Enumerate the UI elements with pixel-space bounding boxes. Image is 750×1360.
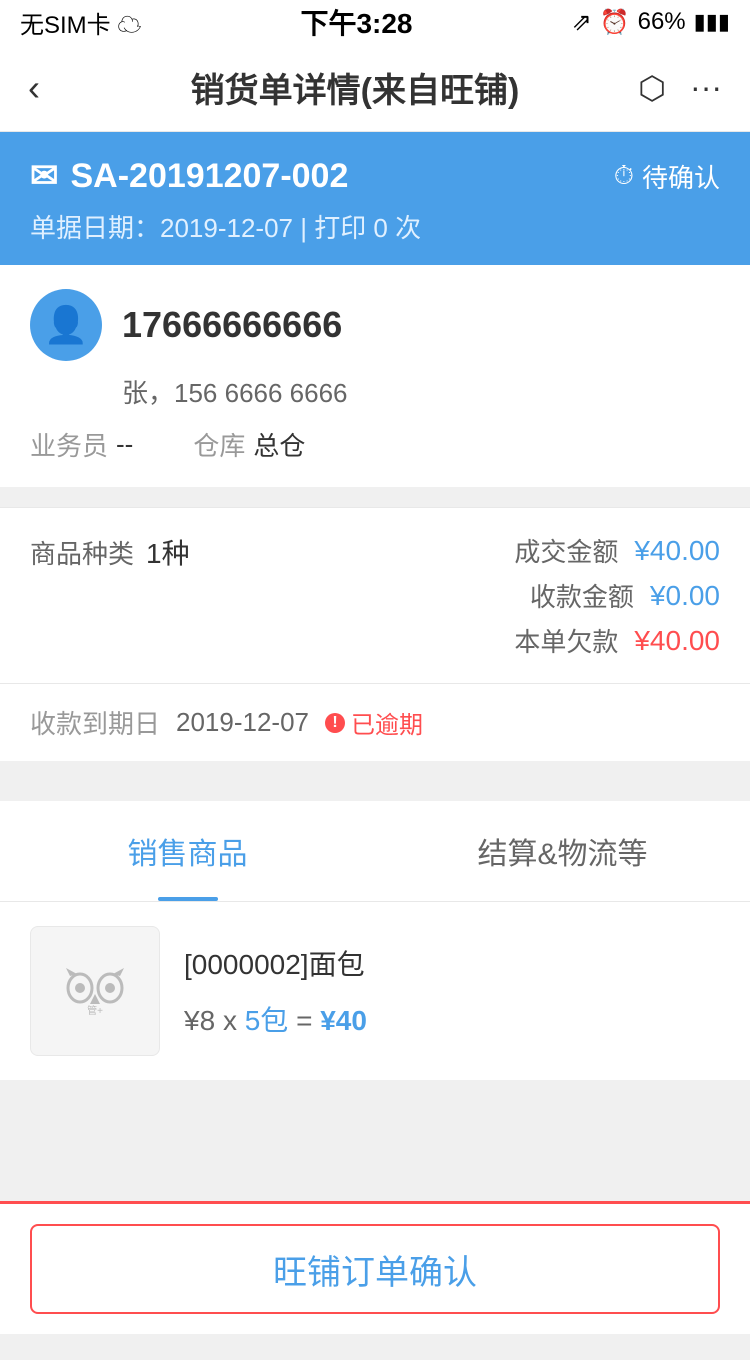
- svg-text:管+: 管+: [87, 1004, 103, 1016]
- product-type: 商品种类 1种: [30, 532, 514, 572]
- salesperson-info: 业务员 --: [30, 426, 133, 463]
- salesperson-value: --: [116, 429, 133, 460]
- price-qty: 5包: [245, 1005, 289, 1036]
- amount-stats: 成交金额 ¥40.00 收款金额 ¥0.00 本单欠款 ¥40.00: [514, 532, 720, 659]
- sim-status: 无SIM卡 ☁: [20, 5, 141, 40]
- overdue-icon: !: [325, 713, 345, 733]
- bottom-bar: 旺铺订单确认: [0, 1201, 750, 1334]
- due-section: 收款到期日 2019-12-07 ! 已逾期: [0, 684, 750, 761]
- clock-icon: ⏱: [614, 160, 634, 192]
- order-id: ✉ SA-20191207-002: [30, 156, 348, 196]
- owed-label: 本单欠款: [514, 622, 618, 659]
- battery-icon: ▮▮▮: [694, 9, 730, 35]
- tab-settlement[interactable]: 结算&物流等: [375, 801, 750, 901]
- status-time: 下午3:28: [300, 2, 412, 42]
- status-bar: 无SIM卡 ☁ 下午3:28 ⇗ ⏰ 66% ▮▮▮: [0, 0, 750, 44]
- customer-phone: 17666666666: [122, 304, 342, 346]
- alarm-icon: ⏰: [600, 8, 630, 37]
- avatar-icon: 👤: [44, 304, 89, 346]
- received-label: 收款金额: [530, 577, 634, 614]
- order-date: 单据日期：2019-12-07 | 打印 0 次: [30, 208, 720, 245]
- nav-actions: ⬡ ···: [622, 69, 722, 107]
- stats-section: 商品种类 1种 成交金额 ¥40.00 收款金额 ¥0.00 本单欠款 ¥40.…: [0, 508, 750, 683]
- customer-avatar: 👤: [30, 289, 102, 361]
- warehouse-info: 仓库 总仓: [193, 426, 305, 463]
- price-total: ¥40: [320, 1005, 367, 1036]
- warehouse-value: 总仓: [253, 426, 305, 463]
- more-icon[interactable]: ···: [690, 69, 722, 106]
- price-equals: =: [296, 1005, 320, 1036]
- customer-section: 👤 17666666666 张，156 6666 6666 业务员 -- 仓库 …: [0, 265, 750, 487]
- warehouse-label: 仓库: [193, 426, 245, 463]
- order-icon: ✉: [30, 156, 59, 196]
- overdue-badge: ! 已逾期: [325, 705, 423, 740]
- status-right: ⇗ ⏰ 66% ▮▮▮: [572, 8, 730, 37]
- nav-bar: ‹ 销货单详情(来自旺铺) ⬡ ···: [0, 44, 750, 132]
- product-logo: 管+: [60, 966, 130, 1016]
- page-title: 销货单详情(来自旺铺): [88, 63, 622, 112]
- confirm-button[interactable]: 旺铺订单确认: [30, 1224, 720, 1314]
- owed-value: ¥40.00: [634, 625, 720, 657]
- confirm-button-label: 旺铺订单确认: [273, 1245, 477, 1294]
- tabs: 销售商品 结算&物流等: [0, 801, 750, 902]
- share-icon[interactable]: ⬡: [638, 69, 666, 107]
- product-name: [0000002]面包: [184, 943, 720, 983]
- order-header: ✉ SA-20191207-002 ⏱ 待确认 单据日期：2019-12-07 …: [0, 132, 750, 265]
- amount-value: ¥40.00: [634, 535, 720, 567]
- status-left: 无SIM卡 ☁: [20, 5, 141, 40]
- battery-status: 66%: [638, 8, 686, 36]
- price-value: ¥8: [184, 1005, 215, 1036]
- owed-row: 本单欠款 ¥40.00: [514, 622, 720, 659]
- tab-settlement-label: 结算&物流等: [477, 838, 647, 871]
- price-multiply: x: [223, 1005, 245, 1036]
- type-value: 1种: [146, 532, 190, 572]
- received-value: ¥0.00: [650, 580, 720, 612]
- type-label: 商品种类: [30, 534, 134, 571]
- received-row: 收款金额 ¥0.00: [530, 577, 720, 614]
- back-button[interactable]: ‹: [28, 67, 88, 109]
- location-icon: ⇗: [572, 8, 592, 37]
- product-info: [0000002]面包 ¥8 x 5包 = ¥40: [184, 943, 720, 1039]
- tab-sales-products[interactable]: 销售商品: [0, 801, 375, 901]
- due-date: 2019-12-07: [176, 707, 309, 738]
- overdue-text: 已逾期: [351, 705, 423, 740]
- amount-label: 成交金额: [514, 532, 618, 569]
- amount-row: 成交金额 ¥40.00: [514, 532, 720, 569]
- order-status: ⏱ 待确认: [614, 158, 720, 195]
- tab-sales-products-label: 销售商品: [128, 838, 248, 871]
- product-section: 管+ [0000002]面包 ¥8 x 5包 = ¥40: [0, 902, 750, 1080]
- customer-name: 张，156 6666 6666: [30, 373, 720, 410]
- status-text: 待确认: [642, 158, 720, 195]
- order-id-text: SA-20191207-002: [71, 157, 349, 196]
- product-thumbnail: 管+: [30, 926, 160, 1056]
- salesperson-label: 业务员: [30, 426, 108, 463]
- due-label: 收款到期日: [30, 704, 160, 741]
- product-price: ¥8 x 5包 = ¥40: [184, 999, 720, 1039]
